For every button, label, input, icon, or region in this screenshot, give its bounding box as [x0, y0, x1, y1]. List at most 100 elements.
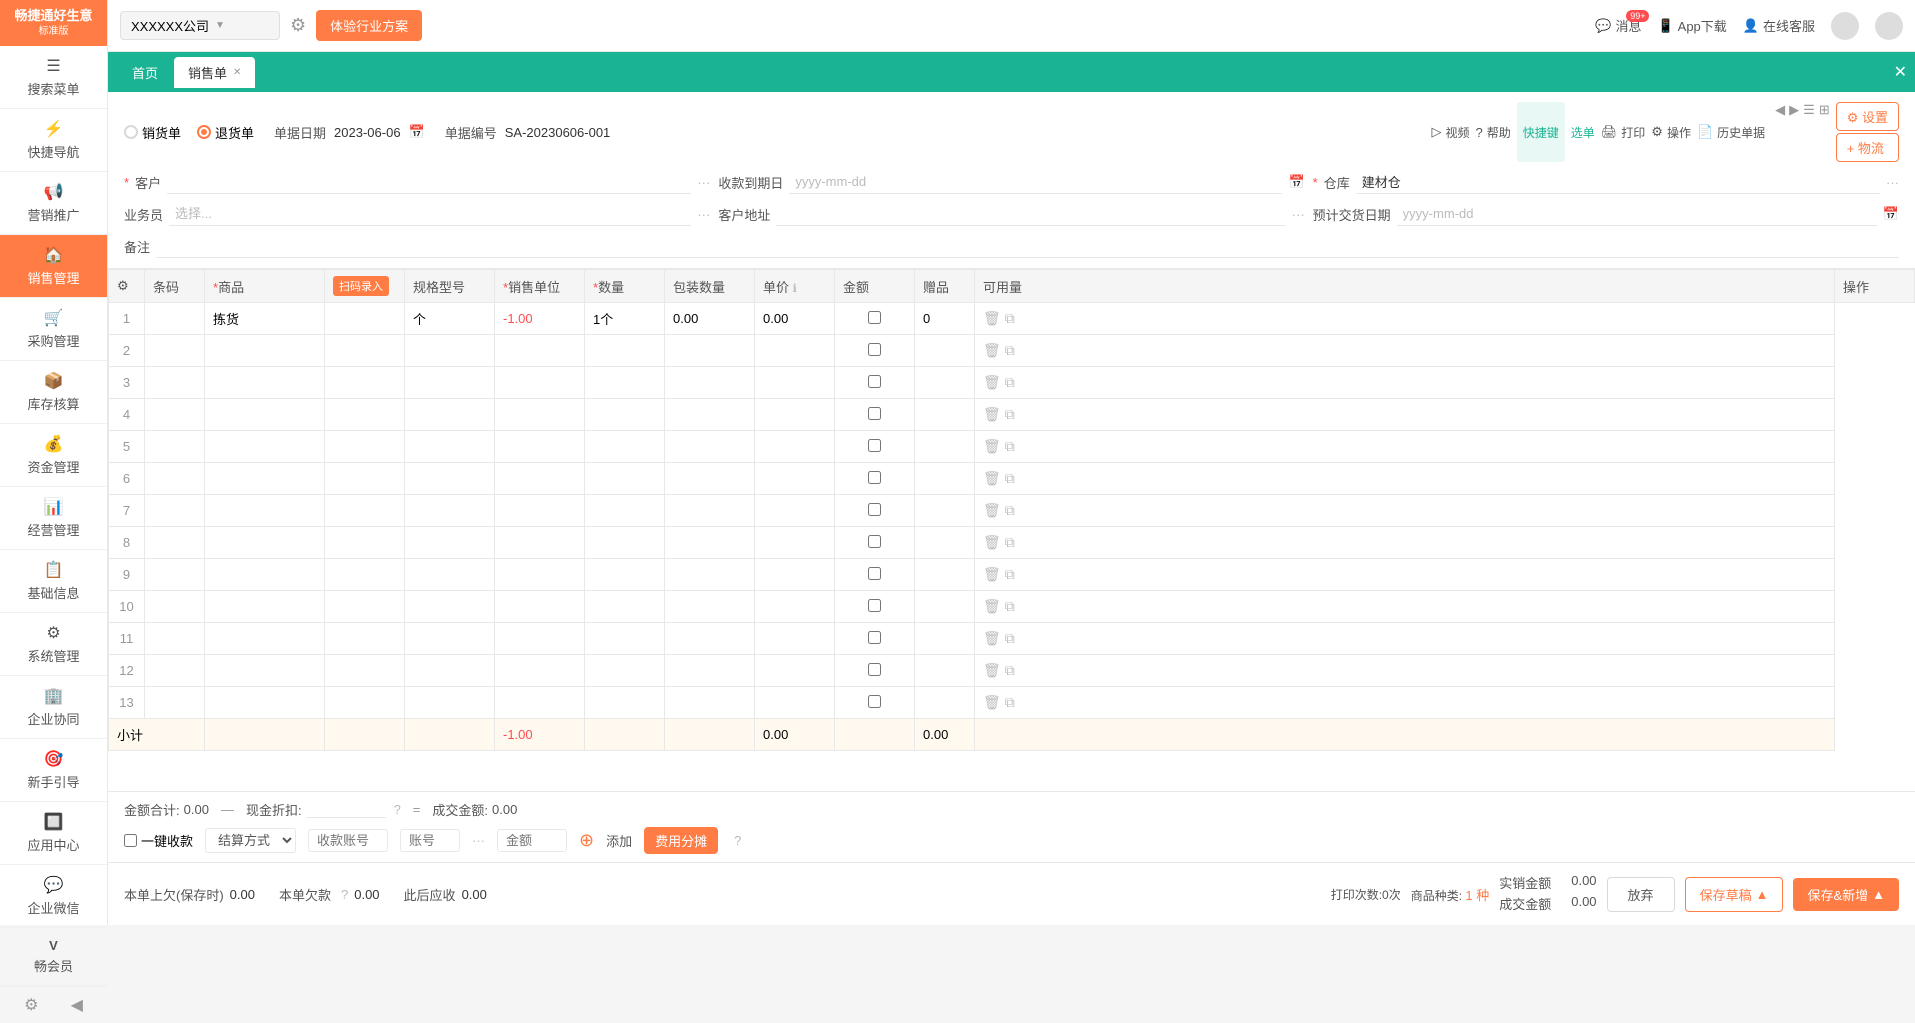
sidebar-item-vip[interactable]: V 畅会员: [0, 928, 107, 986]
settings-bottom-icon[interactable]: ⚙: [24, 995, 38, 1015]
copy-icon[interactable]: ⧉: [1005, 694, 1015, 711]
sidebar-item-ops[interactable]: 📊 经营管理: [0, 487, 107, 550]
table-wrapper[interactable]: ⚙ 条码 *商品 扫码录入 规格型号 *销售单位: [108, 269, 1915, 791]
sidebar-item-quick-nav[interactable]: ⚡ 快捷导航: [0, 109, 107, 172]
warehouse-dots[interactable]: ···: [1886, 175, 1899, 190]
trial-button[interactable]: 体验行业方案: [316, 10, 422, 41]
row-qty[interactable]: -1.00: [495, 303, 585, 335]
tabbar-close-button[interactable]: ✕: [1894, 62, 1907, 82]
copy-icon[interactable]: ⧉: [1005, 662, 1015, 679]
save-draft-button[interactable]: 保存草稿 ▲: [1685, 877, 1784, 912]
sidebar-item-apps[interactable]: 🔲 应用中心: [0, 802, 107, 865]
delete-icon[interactable]: 🗑: [983, 694, 1001, 711]
tab-home[interactable]: 首页: [116, 55, 174, 90]
message-button[interactable]: 💬 消息 99+: [1595, 16, 1641, 35]
salesperson-input[interactable]: [169, 202, 691, 226]
delete-icon[interactable]: 🗑: [983, 662, 1001, 679]
delete-icon[interactable]: 🗑: [983, 438, 1001, 455]
account-dots[interactable]: ···: [472, 833, 485, 848]
copy-icon[interactable]: ⧉: [1005, 630, 1015, 647]
discount-input[interactable]: [306, 802, 386, 818]
radio-return[interactable]: 退货单: [197, 123, 254, 142]
receipt-cal-icon[interactable]: 📅: [1288, 174, 1304, 190]
video-btn[interactable]: ▷视频: [1431, 102, 1469, 162]
expected-cal-icon[interactable]: 📅: [1883, 206, 1899, 222]
history-btn[interactable]: 📄历史单据: [1697, 102, 1765, 162]
company-selector[interactable]: XXXXXX公司 ▼: [120, 11, 280, 40]
copy-icon[interactable]: ⧉: [1005, 438, 1015, 455]
delete-icon[interactable]: 🗑: [983, 310, 1001, 327]
sidebar-item-newbie[interactable]: 🎯 新手引导: [0, 739, 107, 802]
help-btn[interactable]: ?帮助: [1475, 102, 1510, 162]
sidebar-item-sales[interactable]: 🏠 销售管理: [0, 235, 107, 298]
settings-form-btn[interactable]: ⚙ 设置: [1836, 102, 1899, 131]
receipt-date-input[interactable]: [789, 170, 1282, 194]
delete-icon[interactable]: 🗑: [983, 502, 1001, 519]
stat2-help-icon[interactable]: ?: [341, 887, 348, 902]
nav-prev-icon[interactable]: ◀: [1775, 102, 1785, 162]
remarks-input[interactable]: [156, 234, 1899, 258]
sidebar-item-stock[interactable]: 📦 库存核算: [0, 361, 107, 424]
select-btn[interactable]: 选单: [1571, 102, 1595, 162]
save-new-button[interactable]: 保存&新增 ▲: [1793, 878, 1899, 911]
row-gift[interactable]: [835, 303, 915, 335]
sidebar-item-sys[interactable]: ⚙ 系统管理: [0, 613, 107, 676]
delete-icon[interactable]: 🗑: [983, 470, 1001, 487]
sidebar-item-wechat[interactable]: 💬 企业微信: [0, 865, 107, 928]
date-calendar-icon[interactable]: 📅: [409, 124, 425, 140]
amount-input[interactable]: [497, 829, 567, 852]
price-info-icon[interactable]: ℹ: [793, 283, 797, 295]
sidebar-item-purchase[interactable]: 🛒 采购管理: [0, 298, 107, 361]
delete-icon[interactable]: 🗑: [983, 374, 1001, 391]
sidebar-item-marketing[interactable]: 📢 营销推广: [0, 172, 107, 235]
one-click-pay[interactable]: 一键收款: [124, 831, 193, 850]
operation-btn[interactable]: ⚙操作: [1651, 102, 1691, 162]
scan-button[interactable]: 扫码录入: [333, 276, 389, 296]
print-btn[interactable]: 🖨打印: [1601, 102, 1646, 162]
shortcut-btn[interactable]: 快捷键: [1517, 102, 1565, 162]
tab-close-icon[interactable]: ✕: [233, 67, 241, 78]
customer-input[interactable]: [167, 170, 691, 194]
avatar[interactable]: [1831, 12, 1859, 40]
copy-icon[interactable]: ⧉: [1005, 374, 1015, 391]
row-spec[interactable]: [325, 303, 405, 335]
copy-icon[interactable]: ⧉: [1005, 342, 1015, 359]
delete-icon[interactable]: 🗑: [983, 598, 1001, 615]
salesperson-dots[interactable]: ···: [697, 207, 710, 222]
app-download-button[interactable]: 📱 App下载: [1657, 16, 1726, 35]
delete-icon[interactable]: 🗑: [983, 406, 1001, 423]
delete-icon[interactable]: 🗑: [983, 342, 1001, 359]
method-select[interactable]: 结算方式: [205, 828, 296, 853]
expected-date-input[interactable]: [1397, 202, 1877, 226]
addr-dots[interactable]: ···: [1292, 207, 1305, 222]
pay-checkbox[interactable]: [124, 834, 137, 847]
customer-dots[interactable]: ···: [697, 175, 710, 190]
col-scan[interactable]: 扫码录入: [325, 270, 405, 303]
logistics-btn[interactable]: + 物流: [1836, 133, 1899, 162]
collapse-icon[interactable]: ◀: [71, 995, 83, 1015]
sidebar-item-finance[interactable]: 💰 资金管理: [0, 424, 107, 487]
account-input[interactable]: [308, 829, 388, 852]
copy-icon[interactable]: ⧉: [1005, 598, 1015, 615]
view-list-icon[interactable]: ☰: [1803, 102, 1815, 162]
service-button[interactable]: 👤 在线客服: [1743, 16, 1815, 35]
copy-icon[interactable]: ⧉: [1005, 310, 1015, 327]
account2-input[interactable]: [400, 829, 460, 852]
discount-help-icon[interactable]: ?: [394, 802, 401, 817]
col-gear[interactable]: ⚙: [109, 270, 145, 303]
cost-help-icon[interactable]: ?: [734, 833, 741, 848]
copy-icon[interactable]: ⧉: [1005, 502, 1015, 519]
delete-icon[interactable]: 🗑: [983, 566, 1001, 583]
cost-split-btn[interactable]: 费用分摊: [644, 827, 718, 854]
customer-addr-input[interactable]: [776, 202, 1285, 226]
nav-next-icon[interactable]: ▶: [1789, 102, 1799, 162]
radio-sale[interactable]: 销货单: [124, 123, 181, 142]
row-price[interactable]: 0.00: [665, 303, 755, 335]
copy-icon[interactable]: ⧉: [1005, 566, 1015, 583]
add-pay-icon[interactable]: ⊕: [579, 830, 594, 851]
settings-button[interactable]: ⚙: [290, 15, 306, 36]
view-grid-icon[interactable]: ⊞: [1819, 102, 1830, 162]
avatar2[interactable]: [1875, 12, 1903, 40]
sidebar-item-base[interactable]: 📋 基础信息: [0, 550, 107, 613]
warehouse-input[interactable]: [1356, 170, 1880, 194]
